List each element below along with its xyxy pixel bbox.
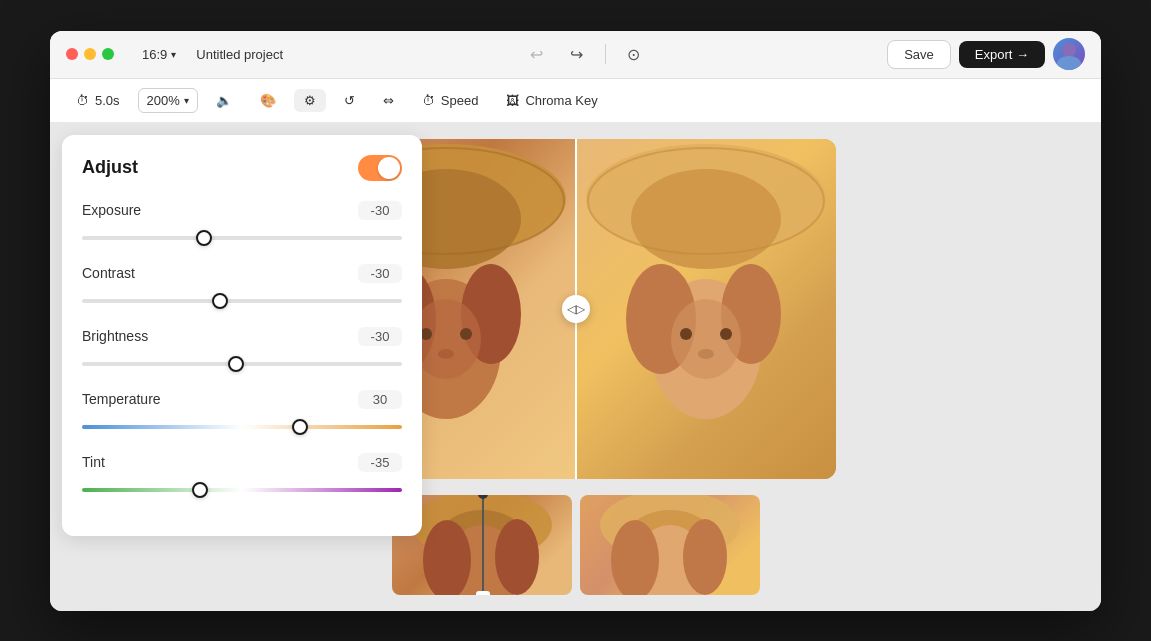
timeline-area (392, 495, 760, 595)
exposure-thumb[interactable] (196, 230, 212, 246)
minimize-button[interactable] (84, 48, 96, 60)
brightness-track (82, 362, 402, 366)
svg-point-26 (495, 519, 539, 595)
svg-point-20 (720, 328, 732, 340)
redo-button[interactable]: ↪ (561, 38, 593, 70)
chevron-down-icon: ▾ (171, 49, 176, 60)
adjust-panel: Adjust Exposure -30 Contrast (62, 135, 422, 536)
brightness-label-row: Brightness -30 (82, 327, 402, 346)
contrast-row: Contrast -30 (82, 264, 402, 311)
contrast-track (82, 299, 402, 303)
tint-slider[interactable] (82, 480, 402, 500)
aspect-ratio-selector[interactable]: 16:9 ▾ (134, 43, 184, 66)
title-bar-right: Save Export → (887, 38, 1085, 70)
close-button[interactable] (66, 48, 78, 60)
temperature-thumb[interactable] (292, 419, 308, 435)
toolbar-volume[interactable]: 🔈 (206, 89, 242, 112)
tint-label: Tint (82, 454, 105, 470)
export-button[interactable]: Export → (959, 41, 1045, 68)
zoom-value: 200% (147, 93, 180, 108)
contrast-thumb[interactable] (212, 293, 228, 309)
chroma-icon: 🖼 (506, 93, 519, 108)
toolbar-divider (605, 44, 606, 64)
record-button[interactable]: ⊙ (618, 38, 650, 70)
duration-value: 5.0s (95, 93, 120, 108)
adjust-icon: ⚙ (304, 93, 316, 108)
title-bar: 16:9 ▾ Untitled project ↩ ↪ ⊙ Save Expor… (50, 31, 1101, 79)
panel-title: Adjust (82, 157, 138, 178)
contrast-value: -30 (358, 264, 402, 283)
avatar[interactable] (1053, 38, 1085, 70)
tint-row: Tint -35 (82, 453, 402, 500)
color-icon: 🎨 (260, 93, 276, 108)
panel-header: Adjust (82, 155, 402, 181)
exposure-slider[interactable] (82, 228, 402, 248)
temperature-label-row: Temperature 30 (82, 390, 402, 409)
svg-point-11 (438, 349, 454, 359)
svg-point-10 (460, 328, 472, 340)
tint-value: -35 (358, 453, 402, 472)
toolbar-chroma-key[interactable]: 🖼 Chroma Key (496, 89, 607, 112)
toolbar-adjust[interactable]: ⚙ (294, 89, 326, 112)
toolbar-color[interactable]: 🎨 (250, 89, 286, 112)
exposure-label: Exposure (82, 202, 141, 218)
chevron-down-icon: ▾ (184, 95, 189, 106)
preview-right (576, 139, 836, 479)
speed-label: Speed (441, 93, 479, 108)
rotate-left-icon: ↺ (344, 93, 355, 108)
maximize-button[interactable] (102, 48, 114, 60)
svg-point-21 (698, 349, 714, 359)
speed-icon: ⏱ (422, 93, 435, 108)
project-name: Untitled project (196, 47, 283, 62)
exposure-track (82, 236, 402, 240)
timeline-thumb-right[interactable] (580, 495, 760, 595)
aspect-ratio-value: 16:9 (142, 47, 167, 62)
chroma-label: Chroma Key (525, 93, 597, 108)
temperature-track (82, 425, 402, 429)
brightness-value: -30 (358, 327, 402, 346)
undo-button[interactable]: ↩ (521, 38, 553, 70)
brightness-thumb[interactable] (228, 356, 244, 372)
save-button[interactable]: Save (887, 40, 951, 69)
title-bar-center: ↩ ↪ ⊙ (521, 38, 650, 70)
zoom-selector[interactable]: 200% ▾ (138, 88, 198, 113)
contrast-label-row: Contrast -30 (82, 264, 402, 283)
tint-thumb[interactable] (192, 482, 208, 498)
brightness-row: Brightness -30 (82, 327, 402, 374)
traffic-lights (66, 48, 114, 60)
temperature-value: 30 (358, 390, 402, 409)
clock-icon: ⏱ (76, 93, 89, 108)
brightness-slider[interactable] (82, 354, 402, 374)
temperature-row: Temperature 30 (82, 390, 402, 437)
flip-icon: ⇔ (383, 93, 394, 108)
toolbar-rotate-left[interactable]: ↺ (334, 89, 365, 112)
toolbar-flip[interactable]: ⇔ (373, 89, 404, 112)
contrast-slider[interactable] (82, 291, 402, 311)
adjust-toggle[interactable] (358, 155, 402, 181)
exposure-label-row: Exposure -30 (82, 201, 402, 220)
svg-point-1 (1057, 56, 1081, 70)
temperature-slider[interactable] (82, 417, 402, 437)
brightness-label: Brightness (82, 328, 148, 344)
main-area: Adjust Exposure -30 Contrast (50, 123, 1101, 611)
tint-track (82, 488, 402, 492)
exposure-value: -30 (358, 201, 402, 220)
svg-point-0 (1062, 43, 1076, 57)
svg-point-31 (683, 519, 727, 595)
tint-label-row: Tint -35 (82, 453, 402, 472)
svg-point-19 (680, 328, 692, 340)
toolbar-speed[interactable]: ⏱ Speed (412, 89, 489, 112)
app-window: 16:9 ▾ Untitled project ↩ ↪ ⊙ Save Expor… (50, 31, 1101, 611)
split-handle[interactable]: ◁▷ (562, 295, 590, 323)
contrast-label: Contrast (82, 265, 135, 281)
exposure-row: Exposure -30 (82, 201, 402, 248)
temperature-label: Temperature (82, 391, 161, 407)
toolbar: ⏱ 5.0s 200% ▾ 🔈 🎨 ⚙ ↺ ⇔ ⏱ Speed 🖼 Chroma… (50, 79, 1101, 123)
toolbar-duration[interactable]: ⏱ 5.0s (66, 89, 130, 112)
volume-icon: 🔈 (216, 93, 232, 108)
split-handle-icon: ◁▷ (567, 302, 585, 316)
svg-point-18 (671, 299, 741, 379)
